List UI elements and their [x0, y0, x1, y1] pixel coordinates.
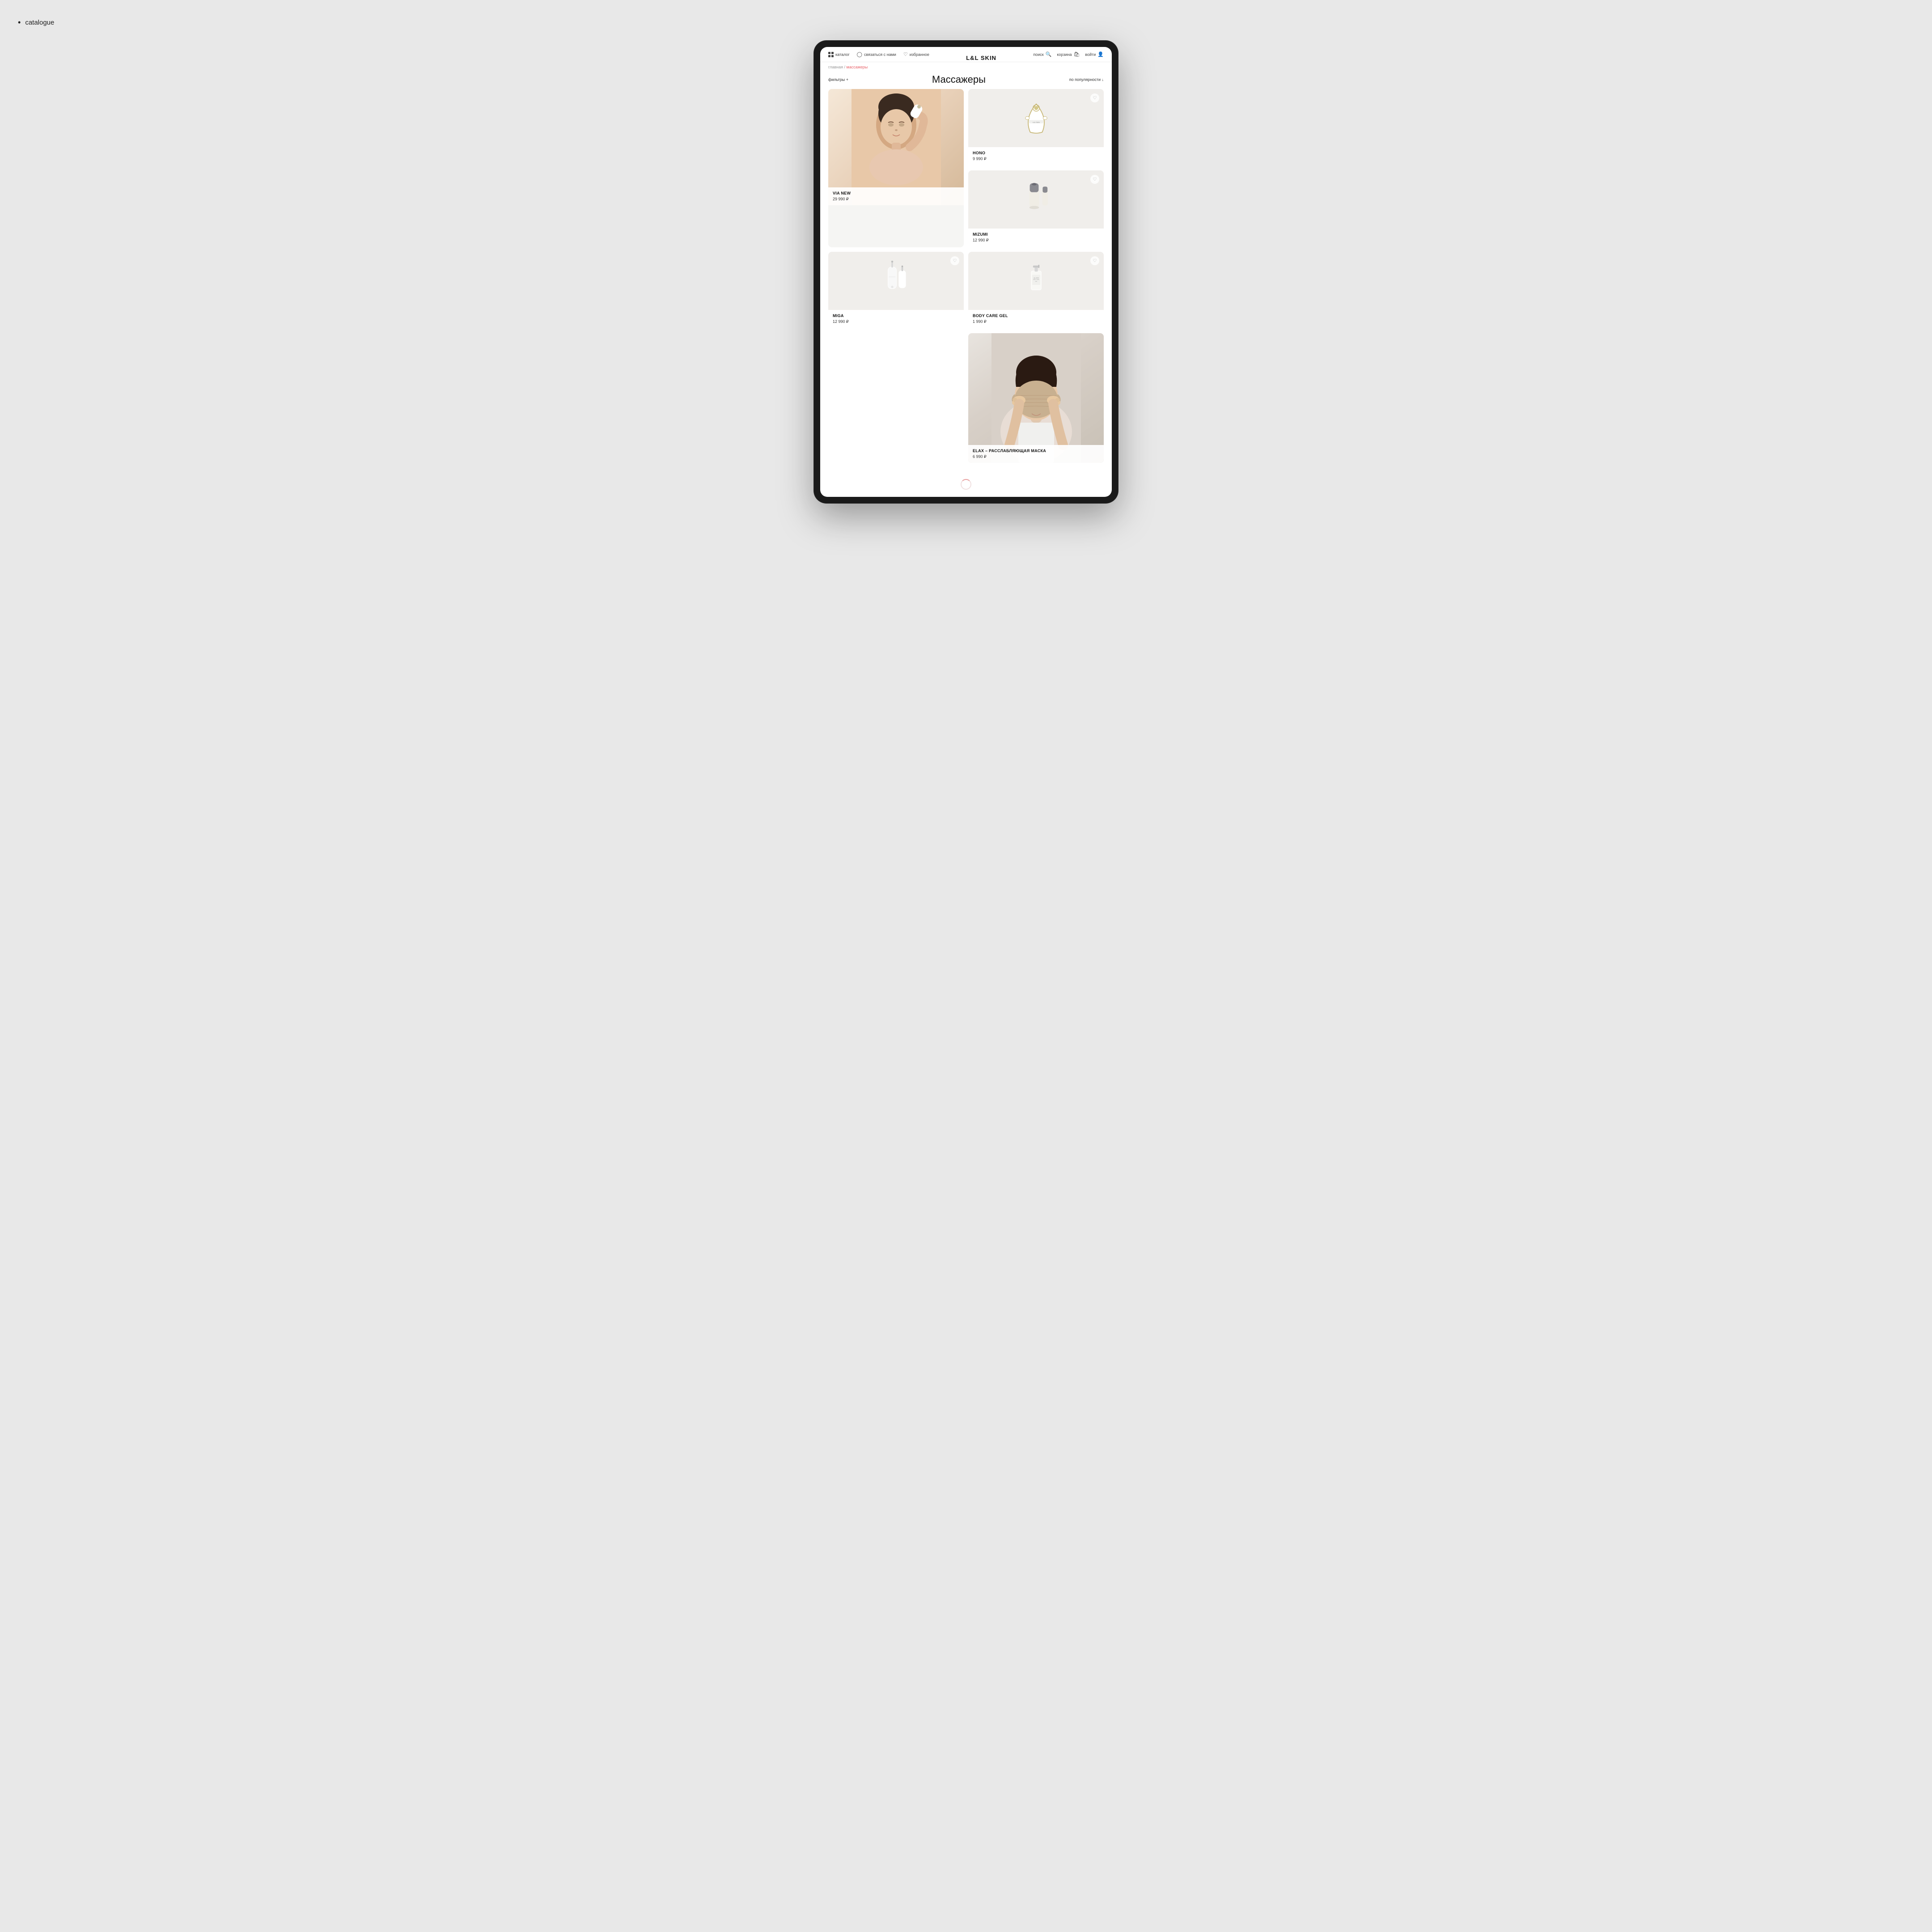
heart-icon: ♡	[903, 51, 908, 57]
nav-contact[interactable]: ◯ связаться с нами	[857, 51, 896, 57]
miga-image-container: ♡	[828, 252, 964, 310]
mizumi-wishlist[interactable]: ♡	[1090, 175, 1099, 184]
nav-catalogue[interactable]: каталог	[828, 52, 850, 57]
hono-price: 9 990 ₽	[973, 157, 1099, 161]
page-label: catalogue	[18, 18, 54, 27]
mizumi-price: 12 990 ₽	[973, 238, 1099, 243]
body-care-gel-image-container: ♡ L&L SKIN BODY CARE	[968, 252, 1104, 310]
contact-label: связаться с нами	[864, 52, 896, 57]
body-care-gel-image: L&L SKIN BODY CARE GEL	[968, 252, 1104, 310]
product-card-miga[interactable]: ♡	[828, 252, 964, 329]
elax-image-container: ♡	[968, 333, 1104, 463]
product-card-hono[interactable]: ♡	[968, 89, 1104, 166]
chat-icon: ◯	[857, 51, 862, 57]
nav-cart[interactable]: корзина 🛍	[1057, 51, 1080, 57]
mizumi-image-container: ♡	[968, 170, 1104, 229]
body-care-gel-info: BODY CARE GEL 1 990 ₽	[968, 310, 1104, 329]
nav-favorites[interactable]: ♡ избранное	[903, 51, 929, 57]
spinner-container	[820, 472, 1112, 497]
svg-text:BODY CARE: BODY CARE	[1033, 279, 1039, 280]
search-label: поиск	[1033, 52, 1043, 57]
elax-name: ELAX – РАССЛАБЛЯЮЩАЯ МАСКА	[973, 449, 1099, 453]
body-care-gel-price: 1 990 ₽	[973, 319, 1099, 324]
elax-price: 6 990 ₽	[973, 454, 1099, 459]
header-right: поиск 🔍 корзина 🛍 войти 👤	[1033, 51, 1104, 57]
login-label: войти	[1085, 52, 1096, 57]
mizumi-info: MIZUMI 12 990 ₽	[968, 229, 1104, 247]
cart-icon: 🛍	[1073, 51, 1080, 57]
mizumi-name: MIZUMI	[973, 232, 1099, 237]
hono-svg: L&L SKIN	[1009, 98, 1063, 138]
elax-image	[968, 333, 1104, 463]
svg-text:L&L SKIN: L&L SKIN	[1033, 122, 1040, 123]
via-new-price: 29 990 ₽	[833, 197, 959, 202]
miga-price: 12 990 ₽	[833, 319, 959, 324]
page-label-text: catalogue	[25, 19, 54, 26]
breadcrumb-home[interactable]: главная	[828, 65, 843, 69]
search-icon: 🔍	[1046, 51, 1052, 57]
elax-svg	[991, 333, 1081, 463]
tablet-frame: каталог ◯ связаться с нами ♡ избранное L…	[814, 41, 1118, 503]
svg-text:GEL: GEL	[1035, 281, 1037, 282]
loading-spinner	[961, 479, 971, 490]
favorites-label: избранное	[910, 52, 929, 57]
product-card-body-care-gel[interactable]: ♡ L&L SKIN BODY CARE	[968, 252, 1104, 329]
svg-text:L&L SKIN: L&L SKIN	[1034, 277, 1039, 279]
hono-wishlist[interactable]: ♡	[1090, 93, 1099, 102]
header-wrapper: каталог ◯ связаться с нами ♡ избранное L…	[828, 51, 1104, 57]
via-new-name: VIA NEW	[833, 191, 959, 195]
header: каталог ◯ связаться с нами ♡ избранное L…	[820, 47, 1112, 62]
site-logo[interactable]: L&L SKIN	[966, 55, 996, 61]
page-title-area: фильтры + Массажеры по популярности ↓	[820, 72, 1112, 89]
via-new-image-container: ♡	[828, 89, 964, 205]
sort-button[interactable]: по популярности ↓	[1069, 77, 1104, 82]
hono-image: L&L SKIN	[968, 89, 1104, 147]
mizumi-image	[968, 170, 1104, 229]
miga-svg	[867, 261, 925, 301]
mizumi-svg	[1009, 179, 1063, 220]
product-card-mizumi[interactable]: ♡	[968, 170, 1104, 247]
product-card-via-new[interactable]: ♡	[828, 89, 964, 247]
body-care-gel-wishlist[interactable]: ♡	[1090, 256, 1099, 265]
via-new-overlay: VIA NEW 29 990 ₽	[828, 187, 964, 205]
tablet-screen: каталог ◯ связаться с нами ♡ избранное L…	[820, 47, 1112, 497]
cart-label: корзина	[1057, 52, 1072, 57]
breadcrumb-current: массажеры	[847, 65, 868, 69]
filters-button[interactable]: фильтры +	[828, 77, 848, 82]
hono-image-container: ♡	[968, 89, 1104, 147]
body-care-gel-svg: L&L SKIN BODY CARE GEL	[1014, 261, 1059, 301]
miga-name: MIGA	[833, 314, 959, 318]
body-care-gel-name: BODY CARE GEL	[973, 314, 1099, 318]
breadcrumb: главная / массажеры	[820, 62, 1112, 72]
user-icon: 👤	[1097, 51, 1104, 57]
product-grid: ♡	[820, 89, 1112, 472]
nav-search[interactable]: поиск 🔍	[1033, 51, 1051, 57]
product-card-elax[interactable]: ♡	[968, 333, 1104, 463]
header-left: каталог ◯ связаться с нами ♡ избранное	[828, 51, 929, 57]
nav-login[interactable]: войти 👤	[1085, 51, 1104, 57]
grid-icon	[828, 52, 834, 57]
hono-name: HONO	[973, 151, 1099, 155]
elax-overlay: ELAX – РАССЛАБЛЯЮЩАЯ МАСКА 6 990 ₽	[968, 445, 1104, 463]
catalogue-label: каталог	[835, 52, 850, 57]
miga-wishlist[interactable]: ♡	[950, 256, 959, 265]
page-title: Массажеры	[848, 74, 1069, 85]
miga-image	[828, 252, 964, 310]
hono-info: HONO 9 990 ₽	[968, 147, 1104, 166]
miga-info: MIGA 12 990 ₽	[828, 310, 964, 329]
